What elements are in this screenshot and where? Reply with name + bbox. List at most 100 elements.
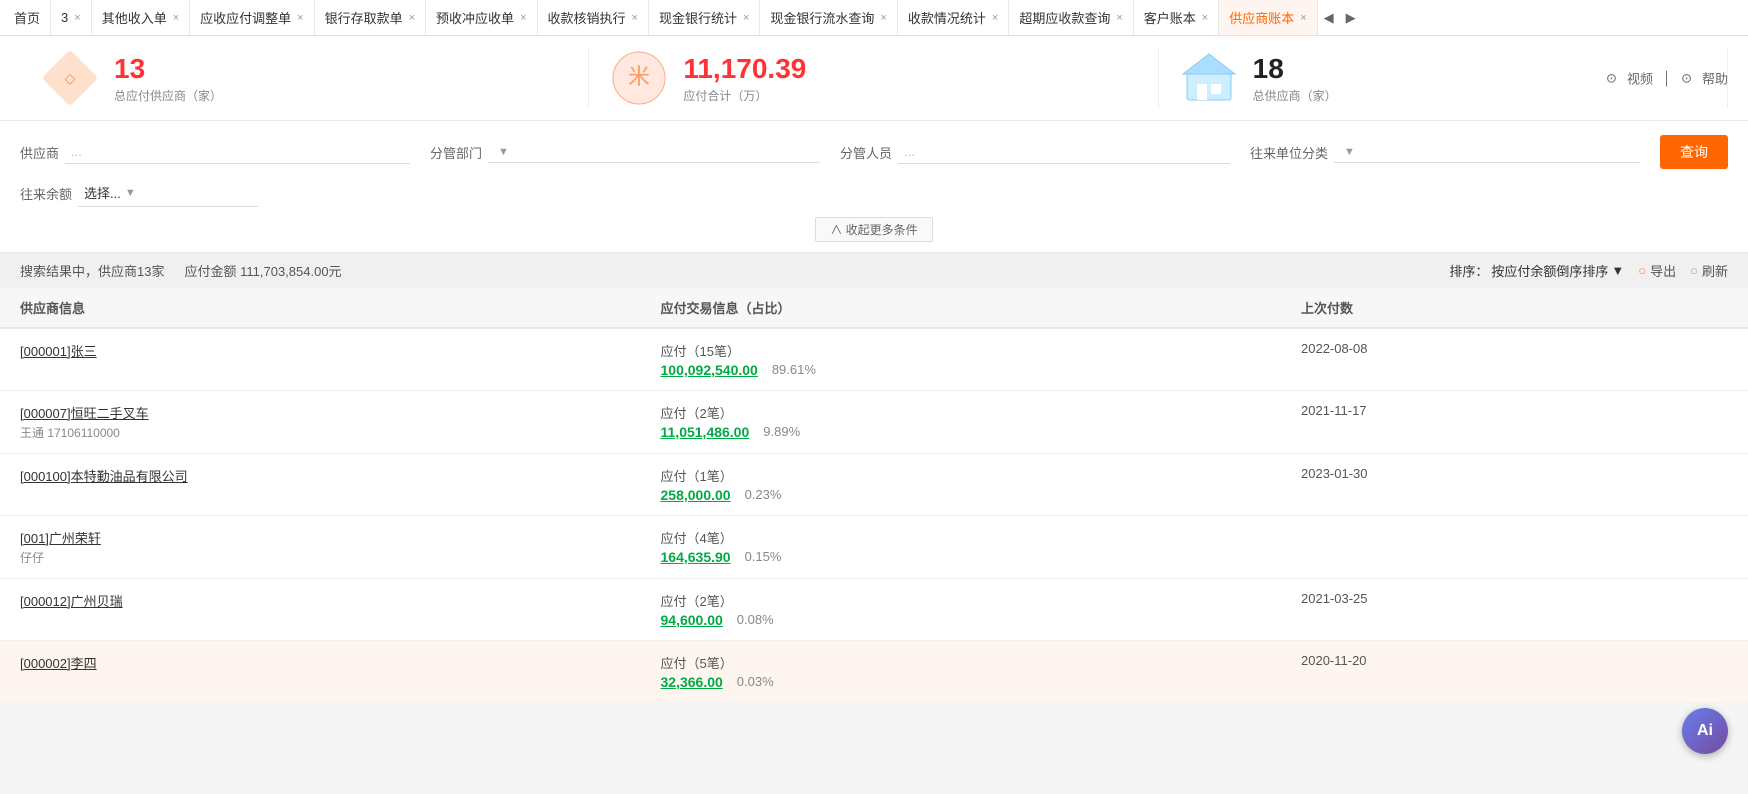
- table-row: [000100]本特勤油品有限公司 应付（1笔） 258,000.00 0.23…: [0, 454, 1748, 516]
- nav-tab-receipt-exec[interactable]: 收款核销执行 ×: [538, 0, 649, 36]
- sort-dropdown[interactable]: 排序： 按应付余额倒序排序 ▼: [1449, 261, 1624, 280]
- trans-label-6: 应付（5笔）: [661, 653, 1302, 672]
- trans-amount-6[interactable]: 32,366.00: [661, 674, 723, 690]
- lastpay-5: 2021-03-25: [1301, 591, 1728, 606]
- collapse-arrow-icon: ∧: [830, 223, 842, 237]
- nav-tab-supplier-ledger[interactable]: 供应商账本 ×: [1219, 0, 1317, 36]
- lastpay-date-5: 2021-03-25: [1301, 591, 1368, 606]
- summary-total-suppliers-label: 总供应商（家）: [1253, 87, 1337, 104]
- nav-tab-overdue-query[interactable]: 超期应收款查询 ×: [1009, 0, 1133, 36]
- trans-pct-5: 0.08%: [737, 612, 774, 627]
- nav-tab-customer-ledger-close[interactable]: ×: [1202, 12, 1208, 24]
- nav-tab-ar-adjust-label: 应收应付调整单: [200, 8, 291, 27]
- lastpay-date-6: 2020-11-20: [1301, 653, 1367, 668]
- svg-text:◇: ◇: [65, 70, 76, 86]
- supplier-link-3[interactable]: [000100]本特勤油品有限公司: [20, 466, 661, 485]
- nav-tab-receipt-stat[interactable]: 收款情况统计 ×: [898, 0, 1009, 36]
- supplier-sub-4: 仔仔: [20, 549, 661, 566]
- supplier-link-5[interactable]: [000012]广州贝瑞: [20, 591, 661, 610]
- nav-tab-cash-flow-close[interactable]: ×: [880, 12, 886, 24]
- nav-tab-prepay-close[interactable]: ×: [520, 12, 526, 24]
- balance-dropdown[interactable]: 选择... ▼: [78, 179, 258, 207]
- nav-tab-3-label: 3: [61, 10, 68, 25]
- trans-amount-1[interactable]: 100,092,540.00: [661, 362, 758, 378]
- export-label: 导出: [1650, 261, 1676, 280]
- circle-icon: ⊙: [1606, 70, 1617, 86]
- nav-tab-overdue-query-close[interactable]: ×: [1116, 12, 1122, 24]
- trans-row-6: 32,366.00 0.03%: [661, 672, 1302, 690]
- refresh-action[interactable]: ○ 刷新: [1690, 261, 1728, 280]
- nav-tab-cash-bank-stat-close[interactable]: ×: [743, 12, 749, 24]
- trans-pct-4: 0.15%: [745, 549, 782, 564]
- summary-amount-text: 11,170.39 应付合计（万）: [683, 52, 806, 105]
- nav-tab-other-income[interactable]: 其他收入单 ×: [92, 0, 190, 36]
- table-header: 供应商信息 应付交易信息（占比） 上次付数: [0, 288, 1748, 329]
- filter-supplier: 供应商: [20, 140, 410, 164]
- filter-person: 分管人员: [840, 140, 1230, 164]
- trans-amount-4[interactable]: 164,635.90: [661, 549, 731, 565]
- supplier-input[interactable]: [65, 140, 410, 164]
- nav-tab-3[interactable]: 3 ×: [51, 0, 92, 36]
- nav-tab-customer-ledger[interactable]: 客户账本 ×: [1134, 0, 1219, 36]
- category-label: 往来单位分类: [1250, 143, 1328, 162]
- nav-tab-ar-adjust[interactable]: 应收应付调整单 ×: [190, 0, 314, 36]
- trans-pct-6: 0.03%: [737, 674, 774, 689]
- trans-row-2: 11,051,486.00 9.89%: [661, 422, 1302, 440]
- trans-amount-3[interactable]: 258,000.00: [661, 487, 731, 503]
- nav-tab-other-income-close[interactable]: ×: [173, 12, 179, 24]
- trans-row-4: 164,635.90 0.15%: [661, 547, 1302, 565]
- summary-amount-number: 11,170.39: [683, 52, 806, 86]
- filter-row-2: 往来余额 选择... ▼: [20, 179, 1728, 207]
- trans-row-5: 94,600.00 0.08%: [661, 610, 1302, 628]
- supplier-label: 供应商: [20, 143, 59, 162]
- category-dropdown[interactable]: ▼: [1334, 142, 1640, 163]
- nav-tab-3-close[interactable]: ×: [74, 12, 80, 24]
- table-container: 供应商信息 应付交易信息（占比） 上次付数 [000001]张三 应付（15笔）…: [0, 288, 1748, 703]
- export-action[interactable]: ○ 导出: [1638, 261, 1676, 280]
- supplier-link-1[interactable]: [000001]张三: [20, 341, 661, 360]
- collapse-label: 收起更多条件: [846, 223, 918, 237]
- nav-tab-supplier-ledger-close[interactable]: ×: [1300, 12, 1306, 24]
- nav-tab-home-label: 首页: [14, 8, 40, 27]
- nav-tab-overdue-query-label: 超期应收款查询: [1019, 8, 1110, 27]
- circle-icon-2: ⊙: [1681, 70, 1692, 86]
- nav-tab-home[interactable]: 首页: [4, 0, 51, 36]
- table-row: [000002]李四 应付（5笔） 32,366.00 0.03% 2020-1…: [0, 641, 1748, 703]
- trans-label-3: 应付（1笔）: [661, 466, 1302, 485]
- nav-tab-receipt-stat-close[interactable]: ×: [992, 12, 998, 24]
- nav-tab-bank-deposit[interactable]: 银行存取款单 ×: [315, 0, 426, 36]
- supplier-sub-2: 王通 17106110000: [20, 424, 661, 441]
- summary-amount-label: 应付合计（万）: [683, 87, 806, 104]
- video-link[interactable]: 视频: [1627, 69, 1653, 88]
- help-link[interactable]: 帮助: [1702, 69, 1728, 88]
- nav-tab-receipt-exec-close[interactable]: ×: [632, 12, 638, 24]
- refresh-label: 刷新: [1702, 261, 1728, 280]
- collapse-button[interactable]: ∧ 收起更多条件: [815, 217, 932, 242]
- nav-prev-arrow[interactable]: ◀: [1318, 0, 1340, 36]
- person-input[interactable]: [898, 140, 1230, 164]
- nav-tab-receipt-exec-label: 收款核销执行: [548, 8, 626, 27]
- result-bar-right: 排序： 按应付余额倒序排序 ▼ ○ 导出 ○ 刷新: [1449, 261, 1728, 280]
- nav-tab-cash-bank-stat[interactable]: 现金银行统计 ×: [649, 0, 760, 36]
- nav-tab-ar-adjust-close[interactable]: ×: [297, 12, 303, 24]
- dept-dropdown[interactable]: ▼: [488, 142, 820, 163]
- filter-category: 往来单位分类 ▼: [1250, 142, 1640, 163]
- nav-tab-bank-deposit-close[interactable]: ×: [409, 12, 415, 24]
- search-result-text: 搜索结果中，供应商13家: [20, 261, 164, 280]
- balance-arrow-icon: ▼: [125, 187, 136, 199]
- transaction-info-2: 应付（2笔） 11,051,486.00 9.89%: [661, 403, 1302, 440]
- category-arrow-icon: ▼: [1344, 146, 1355, 158]
- ai-button[interactable]: Ai: [1682, 708, 1728, 754]
- nav-tab-cash-flow[interactable]: 现金银行流水查询 ×: [760, 0, 897, 36]
- supplier-link-2[interactable]: [000007]恒旺二手叉车: [20, 403, 661, 422]
- query-button[interactable]: 查询: [1660, 135, 1728, 169]
- trans-amount-5[interactable]: 94,600.00: [661, 612, 723, 628]
- trans-amount-2[interactable]: 11,051,486.00: [661, 424, 750, 440]
- nav-next-arrow[interactable]: ▶: [1340, 0, 1362, 36]
- supplier-link-6[interactable]: [000002]李四: [20, 653, 661, 672]
- table-row: [000001]张三 应付（15笔） 100,092,540.00 89.61%…: [0, 329, 1748, 391]
- supplier-link-4[interactable]: [001]广州荣轩: [20, 528, 661, 547]
- nav-tab-prepay[interactable]: 预收冲应收单 ×: [426, 0, 537, 36]
- svg-text:米: 米: [628, 64, 650, 89]
- header-supplier: 供应商信息: [20, 298, 661, 317]
